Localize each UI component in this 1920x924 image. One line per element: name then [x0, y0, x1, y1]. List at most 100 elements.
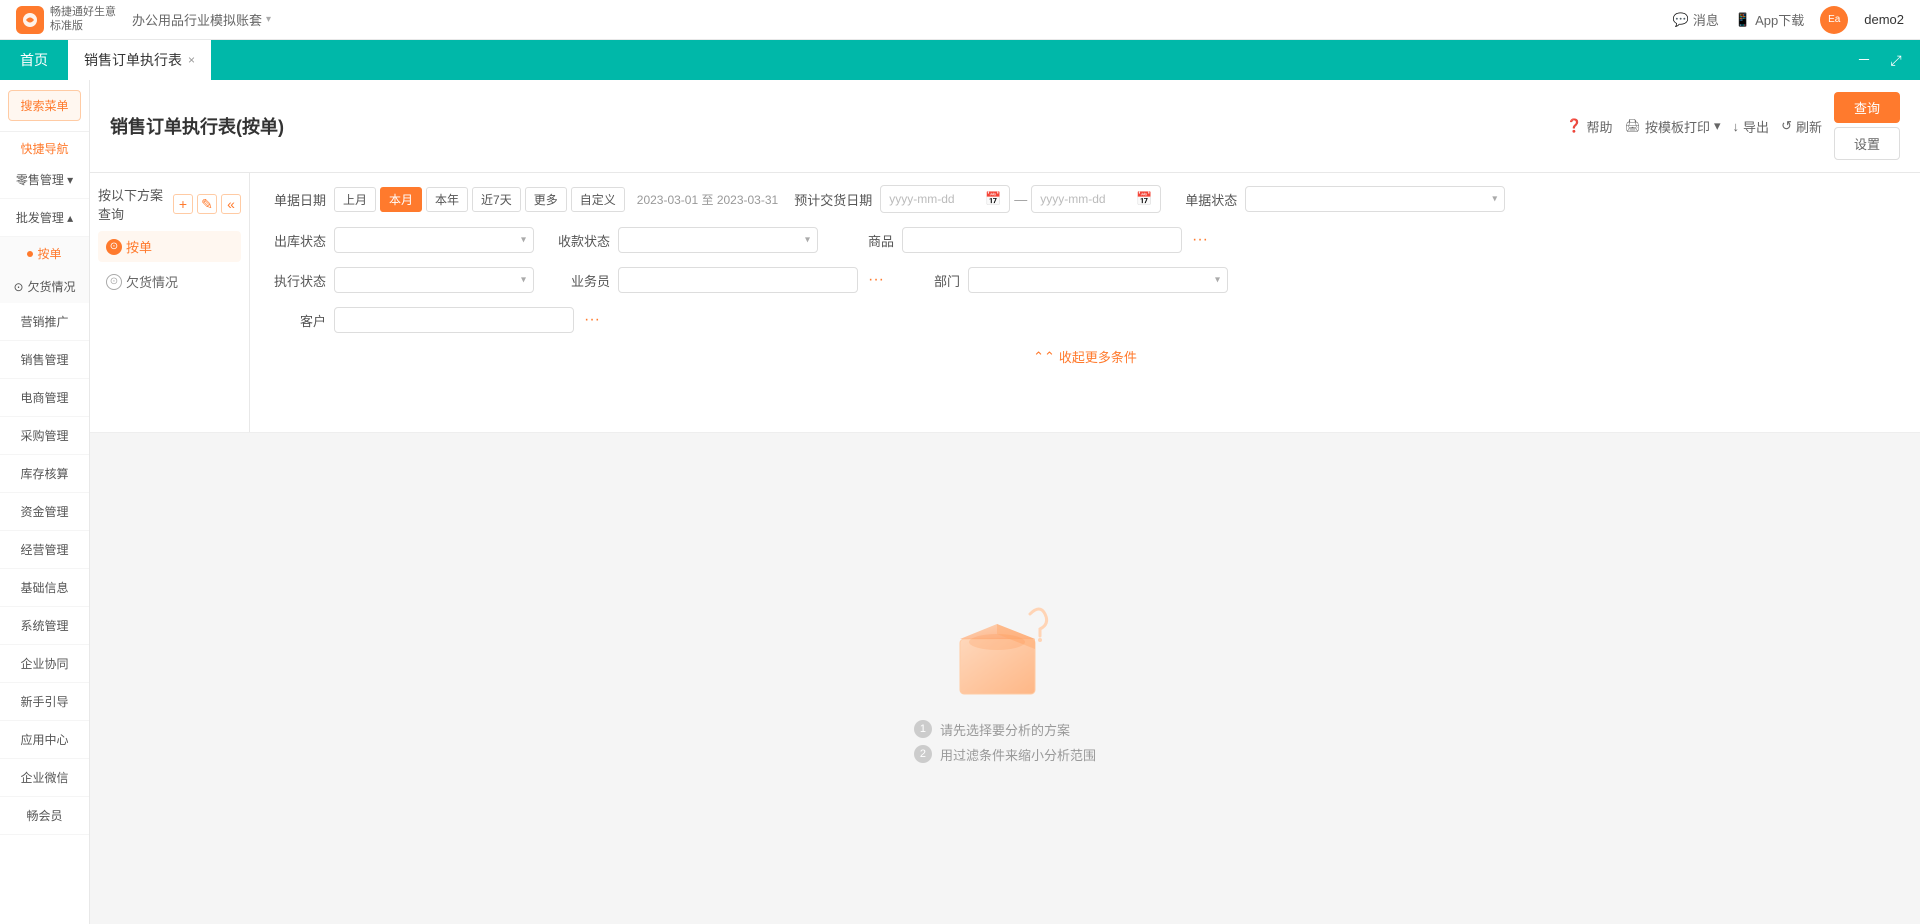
scheme-edit-button[interactable]: ✎: [197, 194, 217, 214]
scheme-add-button[interactable]: +: [173, 194, 193, 214]
sidebar-item-ecommerce[interactable]: 电商管理: [0, 379, 89, 417]
date-btn-last-month[interactable]: 上月: [334, 187, 376, 212]
sidebar-item-operations[interactable]: 经营管理: [0, 531, 89, 569]
goods-dots[interactable]: ···: [1192, 231, 1208, 249]
sidebar-item-apps[interactable]: 应用中心: [0, 721, 89, 759]
filter-field-payment: 收款状态: [550, 227, 818, 253]
export-icon: ↓: [1733, 119, 1740, 134]
salesman-label: 业务员: [550, 271, 610, 290]
sidebar-search-button[interactable]: 搜索菜单: [8, 90, 81, 121]
sidebar-item-purchase[interactable]: 采购管理: [0, 417, 89, 455]
exec-select-wrapper: [334, 267, 534, 293]
payment-select[interactable]: [618, 227, 818, 253]
dept-label: 部门: [900, 271, 960, 290]
page-title: 销售订单执行表(按单): [110, 113, 284, 139]
scheme-item-press[interactable]: ⊙ 按单: [98, 231, 241, 262]
scheme-item-icon: ⊙: [106, 239, 122, 255]
outbound-select[interactable]: [334, 227, 534, 253]
sidebar-item-wholesale[interactable]: 批发管理 ▴: [0, 199, 89, 237]
salesman-dots[interactable]: ···: [868, 271, 884, 289]
expected-date-range: yyyy-mm-dd 📅 — yyyy-mm-dd 📅: [880, 185, 1161, 213]
active-dot-icon: [27, 251, 33, 257]
date-options-group: 上月 本月 本年 近7天 更多 自定义: [334, 187, 625, 212]
sidebar-item-finance[interactable]: 资金管理: [0, 493, 89, 531]
scheme-item-backorder[interactable]: ⊙ 欠货情况: [98, 266, 241, 297]
message-button[interactable]: 💬 消息: [1673, 10, 1719, 29]
filter-field-status: 单据状态: [1177, 186, 1505, 212]
sidebar-item-inventory[interactable]: 库存核算: [0, 455, 89, 493]
sidebar-item-base[interactable]: 基础信息: [0, 569, 89, 607]
date-btn-last-7-days[interactable]: 近7天: [472, 187, 521, 212]
date-btn-custom[interactable]: 自定义: [571, 187, 625, 212]
settings-button[interactable]: 设置: [1834, 127, 1900, 160]
sidebar-sub-item-backorder[interactable]: ⊙ 欠货情况: [0, 270, 89, 303]
scheme-collapse-button[interactable]: «: [221, 194, 241, 214]
breadcrumb: 办公用品行业模拟账套 ▾: [132, 10, 271, 29]
page-header: 销售订单执行表(按单) ❓ 帮助 🖨 按模板打印 ▾ ↓ 导出: [90, 80, 1920, 173]
sidebar-sub-item-press[interactable]: 按单: [0, 237, 89, 270]
exec-select[interactable]: [334, 267, 534, 293]
avatar[interactable]: Ea: [1820, 6, 1848, 34]
print-button[interactable]: 🖨 按模板打印 ▾: [1624, 117, 1720, 136]
payment-select-wrapper: [618, 227, 818, 253]
salesman-input[interactable]: [618, 267, 858, 293]
topbar-left: 畅捷通好生意 标准版 办公用品行业模拟账套 ▾: [16, 6, 271, 34]
breadcrumb-arrow-icon[interactable]: ▾: [266, 14, 271, 25]
tab-minimize-button[interactable]: －: [1852, 48, 1876, 72]
sidebar-quick-nav[interactable]: 快捷导航: [0, 132, 89, 161]
customer-dots[interactable]: ···: [584, 311, 600, 329]
filter-area: 按以下方案查询 + ✎ « ⊙ 按单 ⊙ 欠货情况: [90, 173, 1920, 433]
tab-maximize-button[interactable]: ⤢: [1884, 48, 1908, 72]
sidebar-item-wechat[interactable]: 企业微信: [0, 759, 89, 797]
minimize-icon: －: [1857, 50, 1871, 70]
export-button[interactable]: ↓ 导出: [1733, 117, 1770, 136]
app-download-button[interactable]: 📱 App下载: [1735, 10, 1804, 29]
status-select[interactable]: [1245, 186, 1505, 212]
customer-input[interactable]: [334, 307, 574, 333]
expected-date-start-input[interactable]: yyyy-mm-dd 📅: [880, 185, 1010, 213]
filter-form: 单据日期 上月 本月 本年 近7天 更多 自定义 2023-03-01 至 20…: [250, 173, 1920, 432]
sidebar-item-enterprise[interactable]: 企业协同: [0, 645, 89, 683]
expected-date-end-input[interactable]: yyyy-mm-dd 📅: [1031, 185, 1161, 213]
sidebar-item-sales[interactable]: 销售管理: [0, 341, 89, 379]
sidebar-item-member[interactable]: 畅会员: [0, 797, 89, 835]
goods-input[interactable]: [902, 227, 1182, 253]
date-btn-this-year[interactable]: 本年: [426, 187, 468, 212]
dept-select[interactable]: [968, 267, 1228, 293]
refresh-button[interactable]: ↺ 刷新: [1781, 117, 1822, 136]
goods-label: 商品: [834, 231, 894, 250]
logo-area: 畅捷通好生意 标准版: [16, 6, 116, 34]
sidebar-item-marketing[interactable]: 营销推广: [0, 303, 89, 341]
filter-row-4: 客户 ···: [266, 307, 1904, 333]
date-range-text: 2023-03-01 至 2023-03-31: [637, 191, 778, 208]
username-label[interactable]: demo2: [1864, 12, 1904, 27]
filter-field-exec: 执行状态: [266, 267, 534, 293]
outbound-select-wrapper: [334, 227, 534, 253]
customer-label: 客户: [266, 311, 326, 330]
sidebar: 搜索菜单 快捷导航 零售管理 ▾ 批发管理 ▴ 按单 ⊙ 欠货情况 营销推广 销…: [0, 80, 90, 924]
hint-1-text: 请先选择要分析的方案: [940, 720, 1070, 739]
search-button[interactable]: 查询: [1834, 92, 1900, 123]
help-button[interactable]: ❓ 帮助: [1566, 117, 1612, 136]
scheme-panel: 按以下方案查询 + ✎ « ⊙ 按单 ⊙ 欠货情况: [90, 173, 250, 432]
filter-field-goods: 商品 ···: [834, 227, 1208, 253]
calendar-start-icon: 📅: [985, 191, 1001, 207]
sidebar-item-system[interactable]: 系统管理: [0, 607, 89, 645]
maximize-icon: ⤢: [1890, 52, 1901, 69]
status-label: 单据状态: [1177, 190, 1237, 209]
date-btn-more[interactable]: 更多: [525, 187, 567, 212]
tab-home[interactable]: 首页: [0, 40, 68, 80]
date-btn-this-month[interactable]: 本月: [380, 187, 422, 212]
sidebar-item-retail[interactable]: 零售管理 ▾: [0, 161, 89, 199]
tab-close-icon[interactable]: ×: [188, 53, 195, 67]
filter-field-date: 单据日期 上月 本月 本年 近7天 更多 自定义 2023-03-01 至 20…: [266, 187, 778, 212]
status-select-wrapper: [1245, 186, 1505, 212]
sidebar-item-guide[interactable]: 新手引导: [0, 683, 89, 721]
print-icon: 🖨: [1624, 118, 1641, 134]
collapse-button[interactable]: ⌃⌃ 收起更多条件: [266, 347, 1904, 366]
tab-sales-order[interactable]: 销售订单执行表 ×: [68, 40, 211, 80]
payment-label: 收款状态: [550, 231, 610, 250]
filter-row-3: 执行状态 业务员 ··· 部门: [266, 267, 1904, 293]
main-layout: 搜索菜单 快捷导航 零售管理 ▾ 批发管理 ▴ 按单 ⊙ 欠货情况 营销推广 销…: [0, 80, 1920, 924]
page-actions: ❓ 帮助 🖨 按模板打印 ▾ ↓ 导出 ↺ 刷新: [1566, 92, 1900, 160]
